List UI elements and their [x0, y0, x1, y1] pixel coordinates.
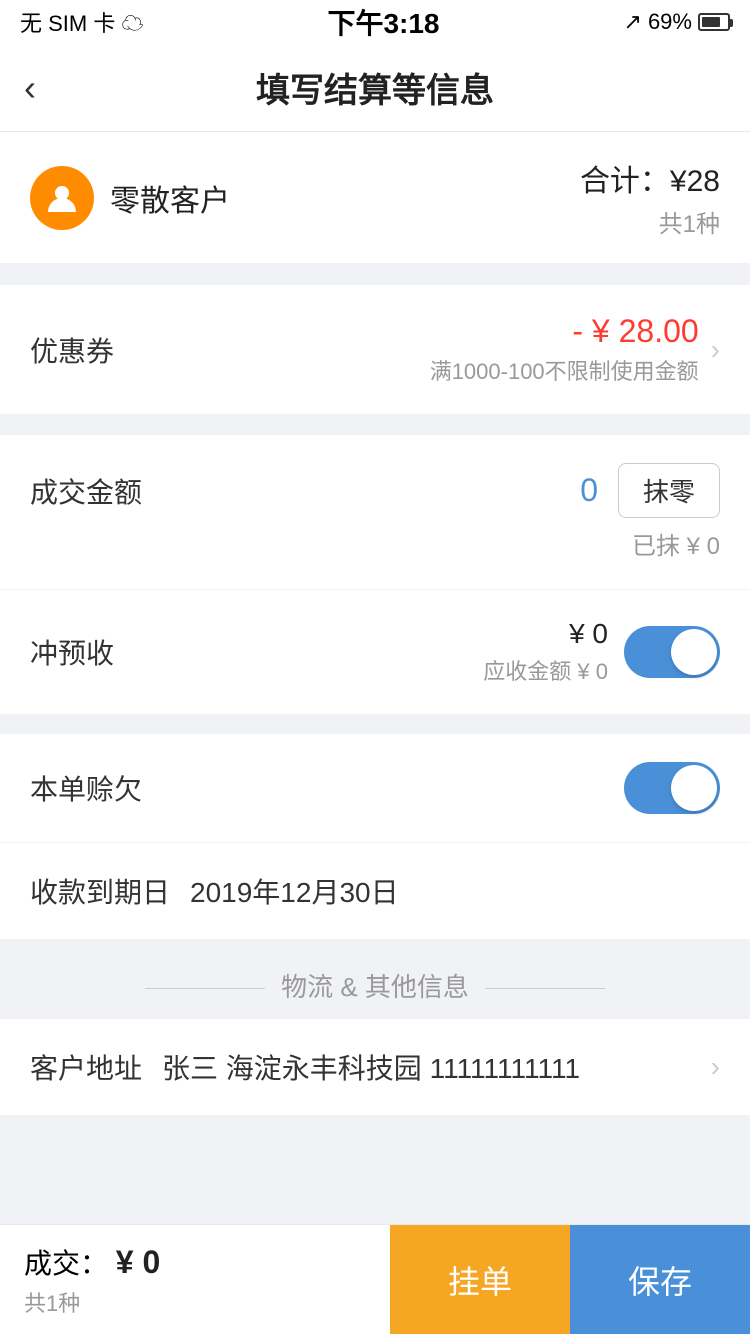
credit-toggle-knob: [671, 765, 717, 811]
customer-right: 合计：¥28 共1种: [580, 156, 720, 239]
prepayment-amount: ¥ 0: [483, 618, 608, 650]
credit-toggle[interactable]: [624, 762, 720, 814]
coupon-value: - ¥ 28.00 满1000-100不限制使用金额: [430, 313, 699, 386]
prepayment-toggle[interactable]: [624, 626, 720, 678]
transaction-section: 成交金额 0 抹零 已抹 ¥ 0: [0, 435, 750, 590]
status-right: ↗ 69%: [624, 9, 730, 35]
status-left: 无 SIM 卡 ☁: [20, 6, 143, 38]
transaction-right: 0 抹零: [580, 463, 720, 518]
bottom-summary: 成交： ¥ 0 共1种: [0, 1242, 390, 1318]
no-sim-text: 无 SIM 卡 ☁: [20, 6, 143, 38]
divider-5: [0, 1015, 750, 1017]
coupon-label: 优惠券: [30, 330, 114, 370]
coupon-amount: - ¥ 28.00: [430, 313, 699, 350]
prepayment-label: 冲预收: [30, 632, 114, 672]
bottom-count: 共1种: [24, 1286, 366, 1318]
toggle-knob: [671, 629, 717, 675]
chevron-right-icon: ›: [711, 334, 720, 366]
duedate-section: 收款到期日 2019年12月30日: [0, 842, 750, 939]
duedate-label: 收款到期日: [30, 871, 170, 911]
divider-4: [0, 939, 750, 955]
logistics-label: 物流 & 其他信息: [129, 967, 621, 1004]
address-value: 张三 海淀永丰科技园 11111111111: [162, 1047, 711, 1087]
duedate-content: 收款到期日 2019年12月30日: [30, 871, 720, 911]
duedate-value: 2019年12月30日: [190, 871, 399, 911]
prepayment-right: ¥ 0 应收金额 ¥ 0: [483, 618, 720, 686]
coupon-desc: 满1000-100不限制使用金额: [430, 354, 699, 386]
person-icon: [44, 180, 80, 216]
coupon-right: - ¥ 28.00 满1000-100不限制使用金额 ›: [430, 313, 720, 386]
battery-icon: [698, 13, 730, 31]
divider-3: [0, 714, 750, 734]
divider-1: [0, 265, 750, 285]
transaction-label: 成交金额: [30, 471, 142, 511]
transaction-amount: 0: [580, 472, 598, 509]
save-button[interactable]: 保存: [570, 1225, 750, 1334]
transaction-row: 成交金额 0 抹零: [30, 463, 720, 518]
address-label: 客户地址: [30, 1047, 142, 1087]
address-chevron-icon: ›: [711, 1051, 720, 1083]
credit-label: 本单赊欠: [30, 768, 142, 808]
customer-left: 零散客户: [30, 166, 230, 230]
back-button[interactable]: ‹: [24, 67, 36, 109]
bottom-deal-label: 成交：: [24, 1248, 108, 1279]
bottom-bar: 成交： ¥ 0 共1种 挂单 保存: [0, 1224, 750, 1334]
coupon-row[interactable]: 优惠券 - ¥ 28.00 满1000-100不限制使用金额 ›: [0, 285, 750, 415]
round-button[interactable]: 抹零: [618, 463, 720, 518]
bottom-deal-row: 成交： ¥ 0: [24, 1242, 366, 1282]
status-time: 下午3:18: [327, 2, 439, 42]
address-section[interactable]: 客户地址 张三 海淀永丰科技园 11111111111 ›: [0, 1019, 750, 1115]
content: 零散客户 合计：¥28 共1种 优惠券 - ¥ 28.00 满1000-100不…: [0, 132, 750, 1235]
divider-2: [0, 415, 750, 435]
avatar: [30, 166, 94, 230]
nav-bar: ‹ 填写结算等信息: [0, 44, 750, 132]
hold-button[interactable]: 挂单: [390, 1225, 570, 1334]
customer-section: 零散客户 合计：¥28 共1种: [0, 132, 750, 263]
receivable-amount: 应收金额 ¥ 0: [483, 654, 608, 686]
total-count: 共1种: [580, 204, 720, 239]
prepayment-amount-block: ¥ 0 应收金额 ¥ 0: [483, 618, 608, 686]
logistics-divider: 物流 & 其他信息: [0, 955, 750, 1015]
status-bar: 无 SIM 卡 ☁ 下午3:18 ↗ 69%: [0, 0, 750, 44]
prepayment-row: 冲预收 ¥ 0 应收金额 ¥ 0: [30, 618, 720, 686]
credit-section: 本单赊欠: [0, 734, 750, 842]
total-price: 合计：¥28: [580, 156, 720, 200]
prepayment-section: 冲预收 ¥ 0 应收金额 ¥ 0: [0, 590, 750, 714]
location-icon: ↗: [624, 9, 642, 35]
customer-name: 零散客户: [110, 176, 230, 220]
page-title: 填写结算等信息: [256, 63, 494, 112]
already-rounded: 已抹 ¥ 0: [30, 526, 720, 561]
bottom-deal-price: ¥ 0: [116, 1244, 160, 1280]
battery-text: 69%: [648, 9, 692, 35]
